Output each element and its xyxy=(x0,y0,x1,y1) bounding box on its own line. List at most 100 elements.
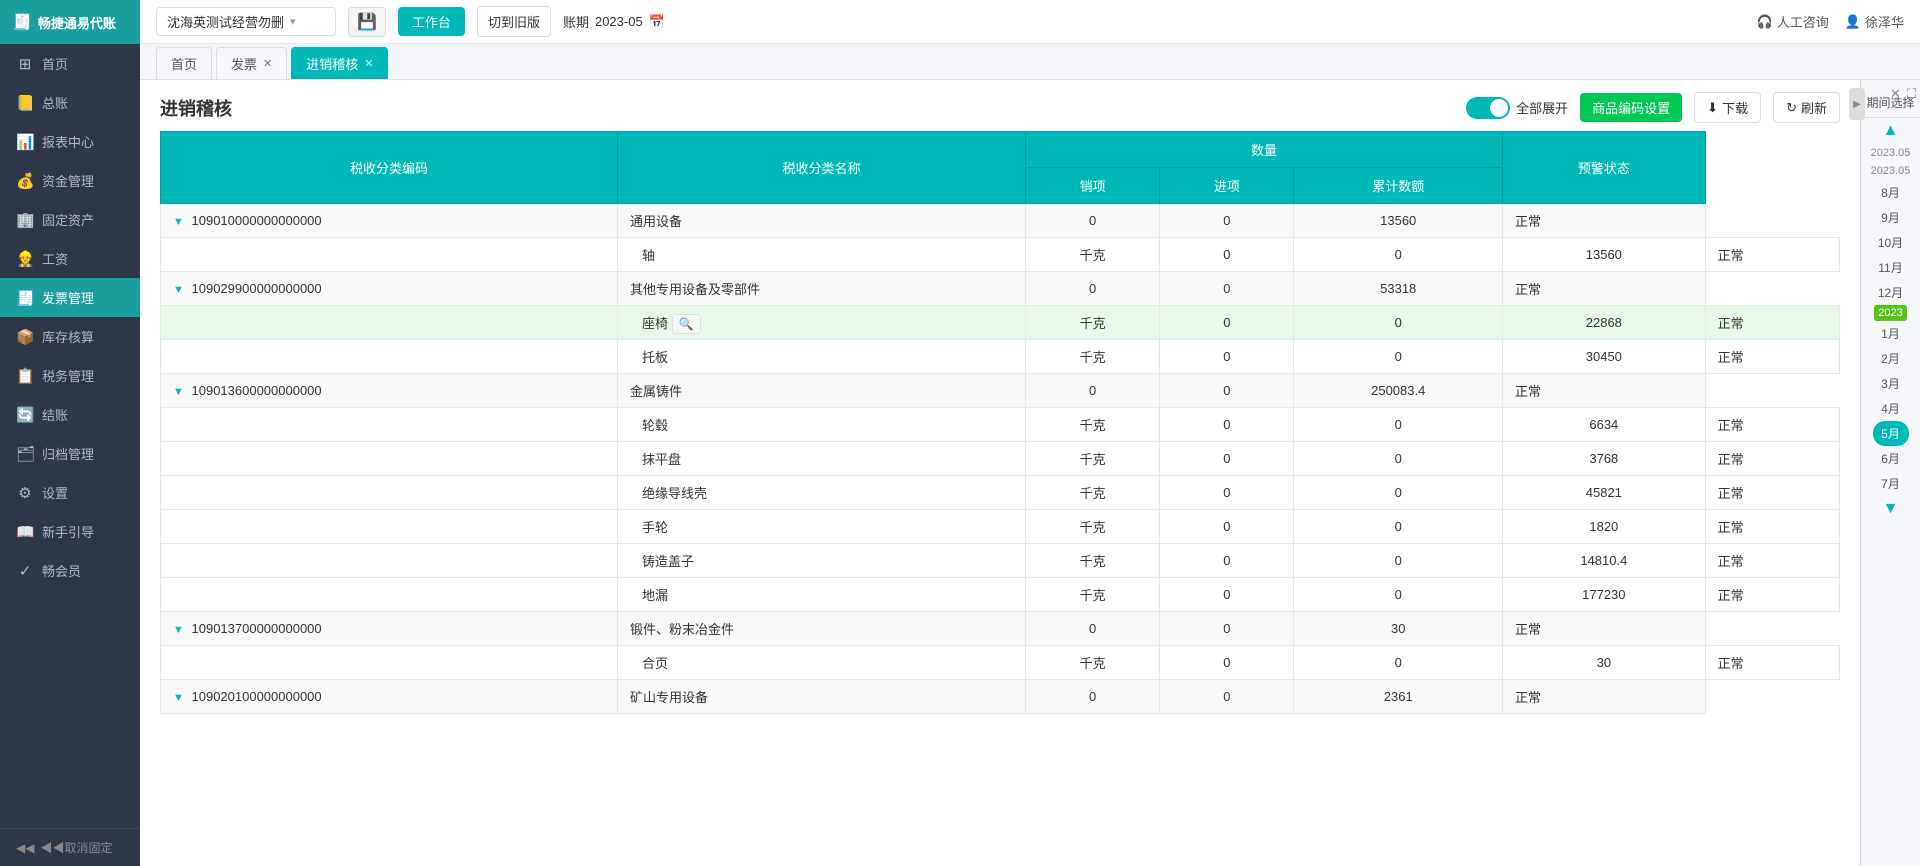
service-label: 人工咨询 xyxy=(1777,12,1829,31)
period-month-4[interactable]: 4月 xyxy=(1861,396,1920,421)
period-month-6[interactable]: 6月 xyxy=(1861,446,1920,471)
period-month-9[interactable]: 9月 xyxy=(1861,205,1920,230)
period-month-3[interactable]: 3月 xyxy=(1861,371,1920,396)
cell-purchase: 0 xyxy=(1294,646,1503,680)
switch-version-button[interactable]: 切到旧版 xyxy=(477,6,551,37)
sidebar-item-ledger[interactable]: 📒 总账 xyxy=(0,83,140,122)
cell-purchase: 0 xyxy=(1294,510,1503,544)
sidebar-item-home[interactable]: ⊞ 首页 xyxy=(0,44,140,83)
sidebar-label-invoice: 发票管理 xyxy=(42,288,94,307)
cell-name: 矿山专用设备 xyxy=(618,680,1026,714)
sidebar-item-reports[interactable]: 📊 报表中心 xyxy=(0,122,140,161)
period-month-1[interactable]: 1月 xyxy=(1861,321,1920,346)
service-link[interactable]: 🎧 人工咨询 xyxy=(1757,12,1829,31)
sidebar-item-inventory[interactable]: 📦 库存核算 xyxy=(0,317,140,356)
period-month-11[interactable]: 11月 xyxy=(1861,255,1920,280)
panel-expand-icon[interactable]: ⛶ xyxy=(1907,86,1916,102)
period-nav-down[interactable]: ▼ xyxy=(1879,496,1903,522)
period-month-5[interactable]: 5月 xyxy=(1873,421,1909,446)
expand-toggle-wrap: 全部展开 xyxy=(1466,97,1568,119)
period-year-2023-label: 2023 xyxy=(1874,305,1906,321)
sidebar-item-settlement[interactable]: 🔄 结账 xyxy=(0,395,140,434)
cell-sale: 0 xyxy=(1160,408,1294,442)
sidebar-item-member[interactable]: ✓ 畅会员 xyxy=(0,551,140,590)
period-month-10[interactable]: 10月 xyxy=(1861,230,1920,255)
period-nav-up[interactable]: ▲ xyxy=(1879,118,1903,144)
tab-invoice-close-icon[interactable]: ✕ xyxy=(263,57,272,70)
cell-code xyxy=(161,442,618,476)
sidebar-item-capital[interactable]: 💰 资金管理 xyxy=(0,161,140,200)
sidebar-label-settings: 设置 xyxy=(42,483,68,502)
cell-status: 正常 xyxy=(1502,680,1705,714)
cell-unit: 千克 xyxy=(1025,646,1159,680)
panel-collapse-toggle[interactable]: ▶ xyxy=(1849,88,1865,120)
page-header: 进销稽核 全部展开 商品编码设置 ⬇ 下载 ↻ 刷新 xyxy=(140,80,1860,131)
cell-code: ▼ 109013700000000000 xyxy=(161,612,618,646)
expand-icon[interactable]: ▼ xyxy=(173,624,184,636)
tab-reconcile-close-icon[interactable]: ✕ xyxy=(364,57,373,70)
download-button[interactable]: ⬇ 下载 xyxy=(1694,92,1761,123)
expand-all-toggle[interactable] xyxy=(1466,97,1510,119)
page-actions: 全部展开 商品编码设置 ⬇ 下载 ↻ 刷新 xyxy=(1466,92,1840,123)
panel-close-icon[interactable]: ✕ xyxy=(1890,86,1901,102)
tab-invoice-label: 发票 xyxy=(231,54,257,73)
expand-all-label: 全部展开 xyxy=(1516,98,1568,117)
cell-total: 14810.4 xyxy=(1502,544,1705,578)
refresh-button[interactable]: ↻ 刷新 xyxy=(1773,92,1840,123)
cell-sale: 0 xyxy=(1160,510,1294,544)
cell-name: 手轮 xyxy=(618,510,1026,544)
cell-purchase: 0 xyxy=(1294,238,1503,272)
product-code-setting-button[interactable]: 商品编码设置 xyxy=(1580,93,1682,122)
sidebar-label-home: 首页 xyxy=(42,54,68,73)
cell-name: 托板 xyxy=(618,340,1026,374)
period-month-2[interactable]: 2月 xyxy=(1861,346,1920,371)
sidebar-item-invoice[interactable]: 🧾 发票管理 xyxy=(0,278,140,317)
cell-total: 13560 xyxy=(1502,238,1705,272)
unpin-label: ◀◀取消固定 xyxy=(40,839,112,856)
cell-name: 合页 xyxy=(618,646,1026,680)
period-month-8[interactable]: 8月 xyxy=(1861,180,1920,205)
period-month-7[interactable]: 7月 xyxy=(1861,471,1920,496)
sidebar-item-guide[interactable]: 📖 新手引导 xyxy=(0,512,140,551)
cell-total: 6634 xyxy=(1502,408,1705,442)
expand-icon[interactable]: ▼ xyxy=(173,216,184,228)
cell-sale: 0 xyxy=(1160,306,1294,340)
table-wrap: 税收分类编码 税收分类名称 数量 预警状态 销项 进项 累计数额 xyxy=(140,131,1860,866)
cell-total: 1820 xyxy=(1502,510,1705,544)
sidebar-item-payroll[interactable]: 👷 工资 xyxy=(0,239,140,278)
company-selector[interactable]: 沈海英测试经营勿删 ▾ xyxy=(156,7,336,36)
expand-icon[interactable]: ▼ xyxy=(173,284,184,296)
table-row: 托板 千克 0 0 30450 正常 xyxy=(161,340,1840,374)
sidebar-label-tax: 税务管理 xyxy=(42,366,94,385)
tab-reconcile[interactable]: 进销稽核 ✕ xyxy=(291,47,388,79)
search-small-icon[interactable]: 🔍 xyxy=(672,314,701,334)
sidebar-item-assets[interactable]: 🏢 固定资产 xyxy=(0,200,140,239)
expand-icon[interactable]: ▼ xyxy=(173,692,184,704)
cell-total: 45821 xyxy=(1502,476,1705,510)
expand-icon[interactable]: ▼ xyxy=(173,386,184,398)
user-menu[interactable]: 👤 徐泽华 xyxy=(1845,12,1904,31)
save-button[interactable]: 💾 xyxy=(348,7,386,37)
cell-sale: 0 xyxy=(1025,612,1159,646)
tab-invoice[interactable]: 发票 ✕ xyxy=(216,47,287,79)
cell-purchase: 0 xyxy=(1160,612,1294,646)
cell-sale: 0 xyxy=(1160,544,1294,578)
page-content: 进销稽核 全部展开 商品编码设置 ⬇ 下载 ↻ 刷新 xyxy=(140,80,1860,866)
sidebar-footer-unpin[interactable]: ◀◀ ◀◀取消固定 xyxy=(0,828,140,866)
period-month-12[interactable]: 12月 xyxy=(1861,280,1920,305)
tab-home[interactable]: 首页 xyxy=(156,47,212,79)
cell-status: 正常 xyxy=(1705,476,1839,510)
cell-code: ▼ 109029900000000000 xyxy=(161,272,618,306)
workbench-button[interactable]: 工作台 xyxy=(398,7,465,36)
table-row: ▼ 109029900000000000 其他专用设备及零部件 0 0 5331… xyxy=(161,272,1840,306)
calendar-icon[interactable]: 📅 xyxy=(649,14,665,30)
sidebar-item-settings[interactable]: ⚙ 设置 xyxy=(0,473,140,512)
period-label: 账期 xyxy=(563,12,589,31)
sidebar-item-archive[interactable]: 🗂 归档管理 xyxy=(0,434,140,473)
sidebar-icon-payroll: 👷 xyxy=(16,250,34,268)
cell-unit: 千克 xyxy=(1025,442,1159,476)
cell-name: 其他专用设备及零部件 xyxy=(618,272,1026,306)
right-panel: ▶ ✕ ⛶ 期间选择 ▲ 2023.05 2023.05 8月 9月 10月 1… xyxy=(1860,80,1920,866)
cell-status: 正常 xyxy=(1502,374,1705,408)
sidebar-item-tax[interactable]: 📋 税务管理 xyxy=(0,356,140,395)
